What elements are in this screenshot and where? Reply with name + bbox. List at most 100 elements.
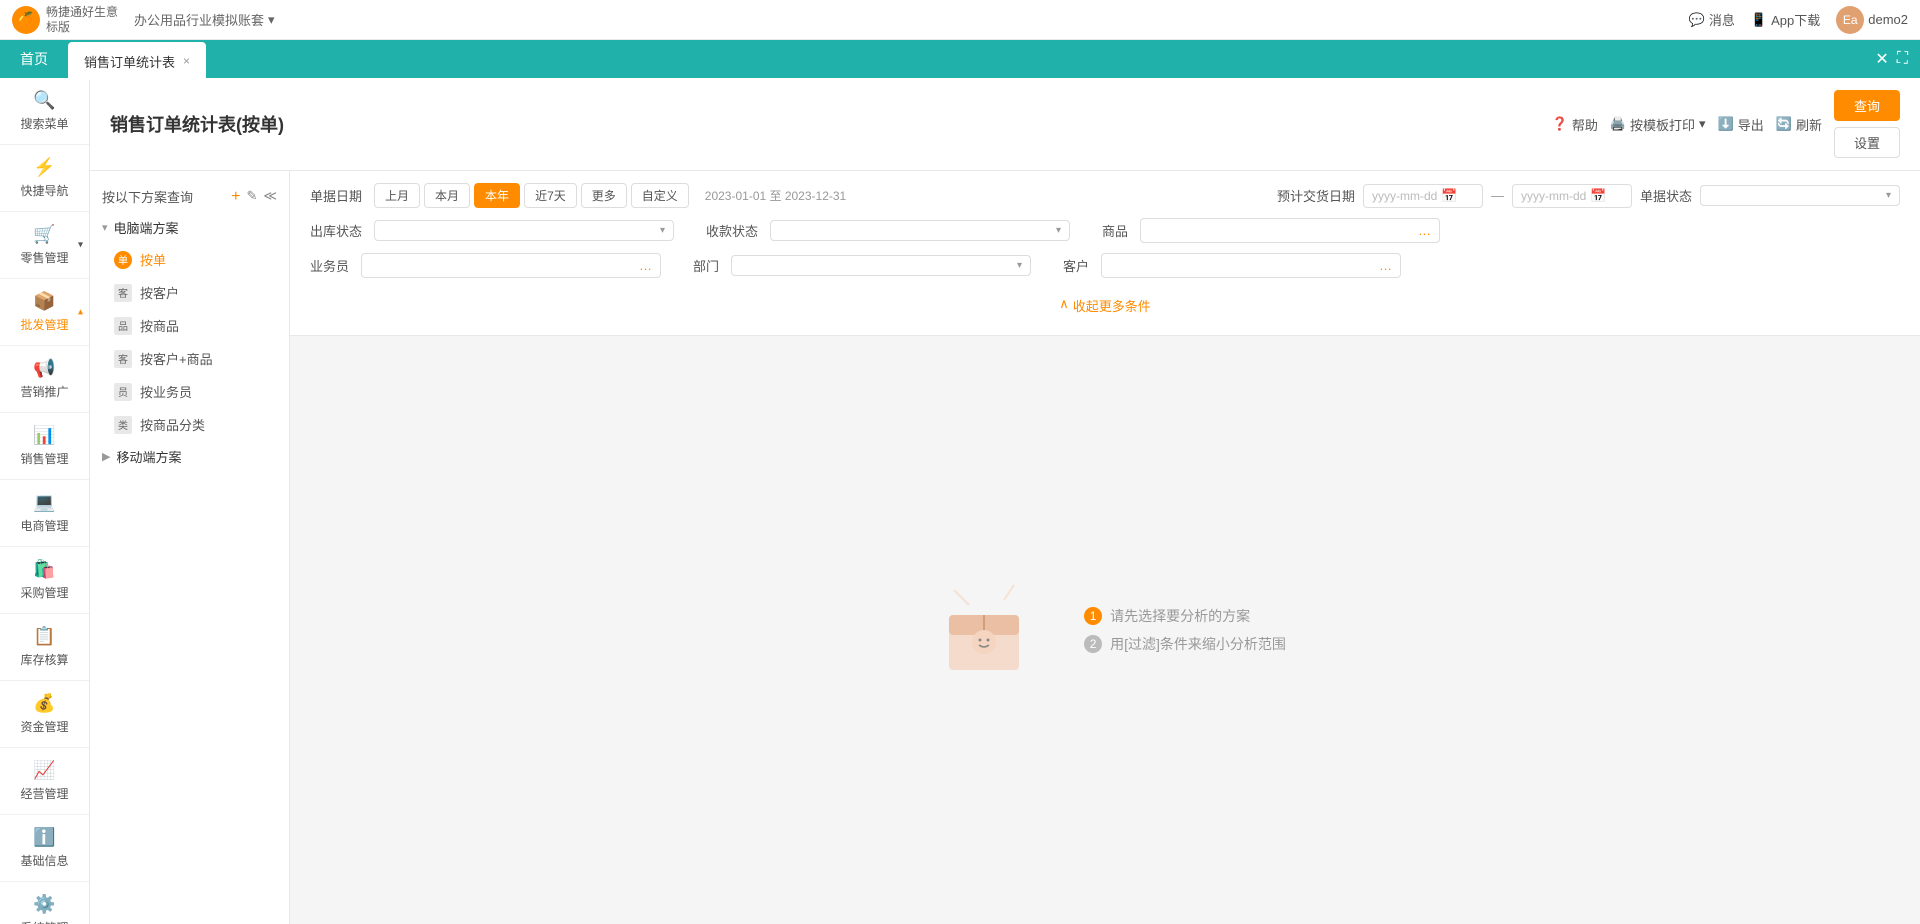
export-button[interactable]: ⬇️ 导出	[1718, 115, 1764, 134]
collapse-conditions-button[interactable]: ∧ 收起更多条件	[310, 288, 1900, 323]
help-button[interactable]: ❓ 帮助	[1552, 115, 1598, 134]
sidebar-item-purchase[interactable]: 🛍️ 采购管理	[0, 547, 89, 614]
plan-item-by-goods[interactable]: 品 按商品	[90, 309, 289, 342]
app-selector[interactable]: 办公用品行业模拟账套 ▾	[126, 6, 283, 33]
sidebar-item-finance[interactable]: 💰 资金管理	[0, 681, 89, 748]
plan-item-by-category[interactable]: 类 按商品分类	[90, 408, 289, 441]
payment-status-label: 收款状态	[706, 221, 758, 240]
goods-ellipsis: …	[1418, 223, 1431, 238]
sidebar-item-basic[interactable]: ℹ️ 基础信息	[0, 815, 89, 882]
edit-plan-icon[interactable]: ✎	[246, 188, 257, 206]
date-button-group: 上月 本月 本年 近7天 更多 自定义	[374, 183, 689, 208]
left-panel: 按以下方案查询 + ✎ ≪ ▾ 电脑端方案 单 按单	[90, 171, 290, 924]
sidebar-item-search[interactable]: 🔍 搜索菜单	[0, 78, 89, 145]
plan-icon-by-order: 单	[114, 251, 132, 269]
dept-select[interactable]: ▾	[731, 255, 1031, 276]
salesperson-select[interactable]: …	[361, 253, 661, 278]
goods-select[interactable]: …	[1140, 218, 1440, 243]
plan-icon-by-customer: 客	[114, 284, 132, 302]
date-placeholder-start: yyyy-mm-dd	[1372, 189, 1437, 203]
left-panel-header-icons: + ✎ ≪	[231, 188, 277, 206]
user-menu[interactable]: Ea demo2	[1836, 6, 1908, 34]
print-template-button[interactable]: 🖨️ 按模板打印 ▾	[1610, 115, 1706, 134]
calendar-end-icon: 📅	[1590, 188, 1606, 204]
mobile-plan-group-title[interactable]: ▶ 移动端方案	[90, 441, 289, 472]
customer-select[interactable]: …	[1101, 253, 1401, 278]
refresh-button[interactable]: 🔄 刷新	[1776, 115, 1822, 134]
plan-item-by-customer[interactable]: 客 按客户	[90, 276, 289, 309]
pc-plan-group-title[interactable]: ▾ 电脑端方案	[90, 212, 289, 243]
plan-icon-by-goods: 品	[114, 317, 132, 335]
date-btn-this-year[interactable]: 本年	[474, 183, 520, 208]
sidebar-item-inventory[interactable]: 📋 库存核算	[0, 614, 89, 681]
date-range-text: 2023-01-01 至 2023-12-31	[705, 187, 846, 204]
sidebar-item-marketing[interactable]: 📢 营销推广	[0, 346, 89, 413]
date-btn-more[interactable]: 更多	[581, 183, 627, 208]
ship-status-arrow-icon: ▾	[660, 225, 665, 236]
salesperson-ellipsis: …	[639, 258, 652, 273]
message-button[interactable]: 💬 消息	[1689, 10, 1735, 29]
query-button[interactable]: 查询	[1834, 90, 1900, 121]
customer-ellipsis: …	[1379, 258, 1392, 273]
salesperson-label: 业务员	[310, 256, 349, 275]
expand-arrow-icon: ▾	[78, 240, 83, 251]
sales-icon: 📊	[33, 425, 55, 446]
search-icon: 🔍	[33, 90, 55, 111]
tab-home[interactable]: 首页	[0, 40, 68, 78]
logo-icon: 🍊	[12, 6, 40, 34]
empty-tip-1: 1 请先选择要分析的方案	[1084, 606, 1286, 626]
sidebar-item-quicknav[interactable]: ⚡ 快捷导航	[0, 145, 89, 212]
plan-item-by-order[interactable]: 单 按单	[90, 243, 289, 276]
plan-item-by-salesperson[interactable]: 员 按业务员	[90, 375, 289, 408]
plan-icon-by-category: 类	[114, 416, 132, 434]
plan-icon-by-salesperson: 员	[114, 383, 132, 401]
right-panel: 单据日期 上月 本月 本年 近7天 更多 自定义 2023-01-01 至 20…	[290, 171, 1920, 924]
expected-date-start[interactable]: yyyy-mm-dd 📅	[1363, 184, 1483, 208]
expected-date-label: 预计交货日期	[1277, 186, 1355, 205]
payment-status-select[interactable]: ▾	[770, 220, 1070, 241]
date-btn-this-month[interactable]: 本月	[424, 183, 470, 208]
sidebar-item-operation[interactable]: 📈 经营管理	[0, 748, 89, 815]
top-bar-right: 💬 消息 📱 App下载 Ea demo2	[1689, 6, 1908, 34]
finance-icon: 💰	[33, 693, 55, 714]
filter-row-1: 单据日期 上月 本月 本年 近7天 更多 自定义 2023-01-01 至 20…	[310, 183, 1900, 208]
close-window-button[interactable]: ✕	[1875, 49, 1888, 69]
download-icon: 📱	[1751, 12, 1767, 28]
empty-state: 1 请先选择要分析的方案 2 用[过滤]条件来缩小分析范围	[290, 336, 1920, 924]
goods-label: 商品	[1102, 221, 1128, 240]
plan-item-by-customer-goods[interactable]: 客 按客户+商品	[90, 342, 289, 375]
date-btn-last-7[interactable]: 近7天	[524, 183, 577, 208]
filter-area: 单据日期 上月 本月 本年 近7天 更多 自定义 2023-01-01 至 20…	[290, 171, 1920, 336]
ship-status-select[interactable]: ▾	[374, 220, 674, 241]
date-btn-last-month[interactable]: 上月	[374, 183, 420, 208]
content-area: 销售订单统计表(按单) ❓ 帮助 🖨️ 按模板打印 ▾ ⬇️ 导出 🔄 刷新	[90, 78, 1920, 924]
sidebar-item-retail[interactable]: 🛒 零售管理 ▾	[0, 212, 89, 279]
settings-button[interactable]: 设置	[1834, 127, 1900, 158]
sidebar-item-system[interactable]: ⚙️ 系统管理	[0, 882, 89, 924]
collapse-panel-icon[interactable]: ≪	[263, 188, 277, 206]
expected-date-end[interactable]: yyyy-mm-dd 📅	[1512, 184, 1632, 208]
empty-illustration	[924, 570, 1044, 690]
date-placeholder-end: yyyy-mm-dd	[1521, 189, 1586, 203]
date-btn-custom[interactable]: 自定义	[631, 183, 689, 208]
page-header: 销售订单统计表(按单) ❓ 帮助 🖨️ 按模板打印 ▾ ⬇️ 导出 🔄 刷新	[90, 78, 1920, 171]
sidebar-item-sales[interactable]: 📊 销售管理	[0, 413, 89, 480]
ecommerce-icon: 💻	[33, 492, 55, 513]
sidebar: 🔍 搜索菜单 ⚡ 快捷导航 🛒 零售管理 ▾ 📦 批发管理 ▴ 📢 营销推广 📊…	[0, 78, 90, 924]
tab-close-icon[interactable]: ×	[183, 54, 190, 68]
export-icon: ⬇️	[1718, 116, 1734, 132]
inner-layout: 按以下方案查询 + ✎ ≪ ▾ 电脑端方案 单 按单	[90, 171, 1920, 924]
maximize-button[interactable]: ⛶	[1897, 50, 1908, 68]
sidebar-item-ecommerce[interactable]: 💻 电商管理	[0, 480, 89, 547]
system-icon: ⚙️	[33, 894, 55, 915]
dept-arrow-icon: ▾	[1017, 260, 1022, 271]
calendar-start-icon: 📅	[1441, 188, 1457, 204]
top-bar-left: 🍊 畅捷通好生意 标版 办公用品行业模拟账套 ▾	[12, 5, 283, 34]
sidebar-item-wholesale[interactable]: 📦 批发管理 ▴	[0, 279, 89, 346]
customer-label: 客户	[1063, 256, 1089, 275]
filter-row-3: 业务员 … 部门 ▾ 客户 …	[310, 253, 1900, 278]
app-download-button[interactable]: 📱 App下载	[1751, 10, 1820, 29]
tab-sales-order[interactable]: 销售订单统计表 ×	[68, 42, 206, 80]
status-select[interactable]: ▾	[1700, 185, 1900, 206]
add-plan-icon[interactable]: +	[231, 188, 240, 206]
